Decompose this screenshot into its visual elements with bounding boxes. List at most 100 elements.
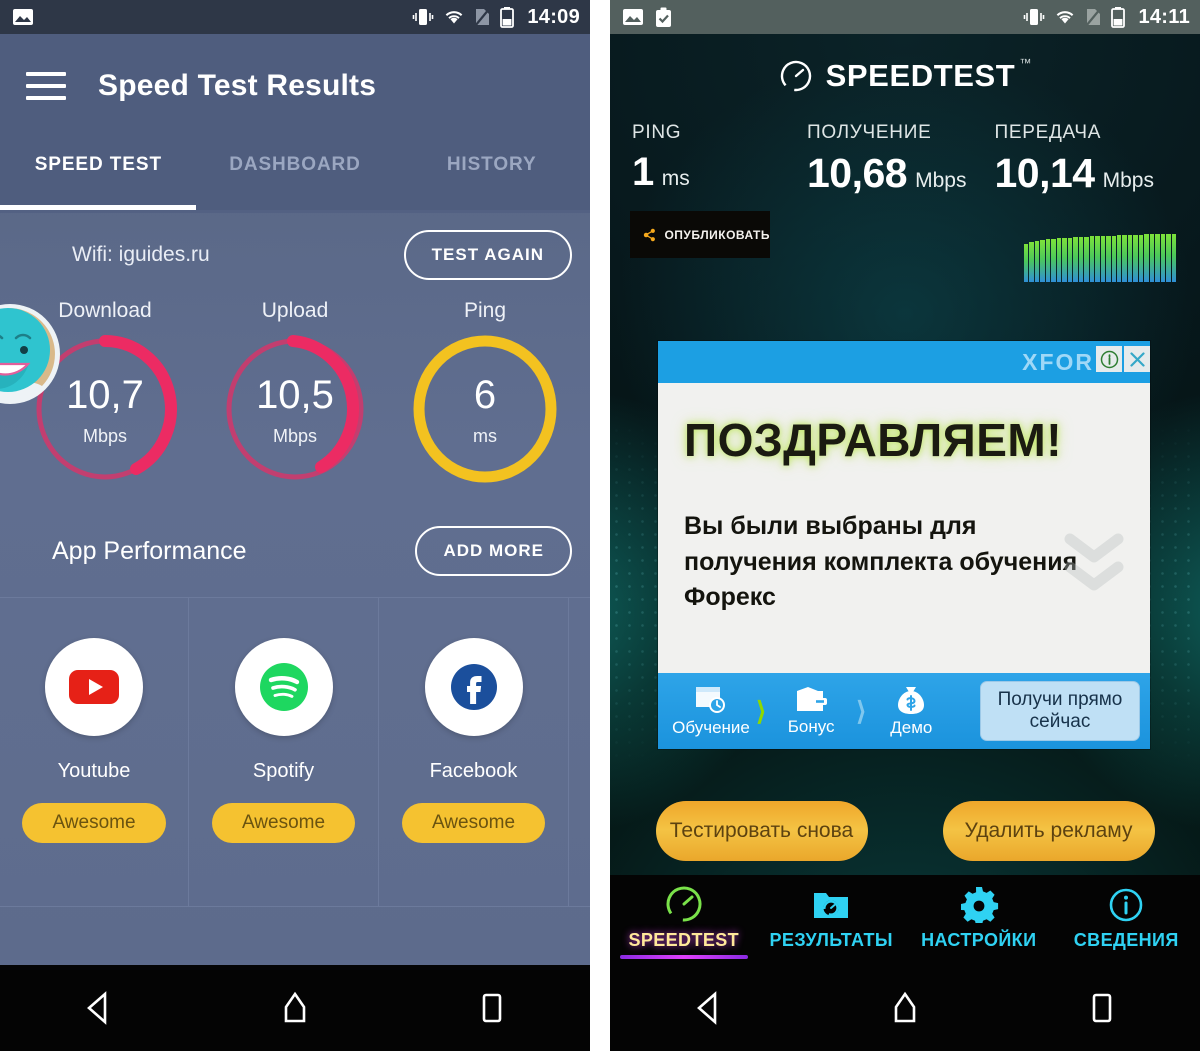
network-row: Wifi: iguides.ru TEST AGAIN — [0, 213, 590, 297]
network-label: Wifi: iguides.ru — [72, 243, 210, 266]
ad-cta-button[interactable]: Получи прямо сейчас — [980, 680, 1140, 742]
tab-speedtest[interactable]: SPEEDTEST — [610, 885, 758, 959]
youtube-icon — [69, 670, 119, 704]
left-phone-screenshot: 14:09 Speed Test Results SPEED TEST DASH… — [0, 0, 590, 1051]
gauge-unit: ms — [473, 426, 497, 446]
facebook-icon — [450, 664, 497, 710]
ad-close-button[interactable] — [1124, 346, 1150, 372]
ad-brand-label: XFOR — [1022, 349, 1094, 375]
sparkline-bar — [1029, 242, 1034, 282]
rating-badge[interactable]: Awesome — [211, 803, 356, 843]
recents-icon[interactable] — [1003, 991, 1200, 1025]
ad-content: ПОЗДРАВЛЯЕМ! Вы были выбраны для получен… — [658, 383, 1150, 673]
metric-unit: Mbps — [915, 169, 967, 192]
no-sim-icon — [1086, 7, 1102, 27]
tab-results[interactable]: РЕЗУЛЬТАТЫ — [758, 885, 906, 951]
tab-settings[interactable]: НАСТРОЙКИ — [905, 885, 1053, 951]
left-android-navbar — [0, 965, 590, 1051]
ad-header: XFOR — [658, 341, 1150, 383]
gauge-label: Download — [58, 299, 152, 322]
tab-history[interactable]: HISTORY — [393, 138, 590, 210]
sparkline-bar — [1155, 234, 1160, 282]
rating-badge[interactable]: Awesome — [22, 803, 166, 843]
screenshot-stage: 14:09 Speed Test Results SPEED TEST DASH… — [0, 0, 1200, 1051]
sparkline-bar — [1111, 236, 1116, 282]
performance-header: App Performance ADD MORE — [0, 505, 590, 597]
share-button[interactable]: ОПУБЛИКОВАТЬ — [630, 211, 770, 258]
wifi-icon — [446, 11, 463, 24]
gauge-download: Download 10,7 Mbps — [10, 299, 200, 483]
battery-icon — [500, 6, 515, 28]
gauge-value: 10,7 — [66, 373, 144, 417]
share-label: ОПУБЛИКОВАТЬ — [664, 227, 770, 242]
tab-speed-test[interactable]: SPEED TEST — [0, 138, 197, 210]
app-logo — [45, 638, 143, 736]
list-item-partial[interactable] — [569, 597, 590, 907]
tab-label: SPEEDTEST — [628, 930, 740, 950]
sparkline-bar — [1067, 238, 1073, 282]
sparkline-bar — [1024, 244, 1029, 282]
list-item[interactable]: Facebook Awesome — [379, 597, 569, 907]
sparkline-bar — [1089, 236, 1095, 282]
ad-info-button[interactable] — [1096, 346, 1122, 372]
wifi-icon — [1057, 11, 1074, 24]
section-title: App Performance — [52, 536, 247, 565]
folder-gauge-icon — [814, 893, 849, 918]
tab-active-indicator — [620, 955, 748, 959]
right-phone-screenshot: 14:11 SPEEDTEST ™ PING 1 ms ПОЛУЧЕНИЕ 10… — [610, 0, 1200, 1051]
photo-icon — [13, 9, 33, 25]
home-icon[interactable] — [807, 991, 1004, 1025]
spotify-icon — [259, 663, 308, 711]
metric-unit: ms — [661, 167, 690, 190]
action-button-row: Тестировать снова Удалить рекламу — [610, 801, 1200, 861]
remove-ads-button[interactable]: Удалить рекламу — [942, 801, 1155, 861]
sparkline-bar — [1122, 235, 1127, 282]
sparkline-bar — [1138, 235, 1144, 282]
info-icon — [1100, 350, 1118, 368]
sparkline-bar — [1095, 236, 1100, 282]
list-item[interactable]: Spotify Awesome — [189, 597, 379, 907]
sparkline-bar — [1045, 239, 1051, 282]
sparkline-bar — [1166, 234, 1171, 282]
right-status-bar: 14:11 — [610, 0, 1200, 34]
money-bag-icon — [898, 687, 925, 714]
ad-headline: ПОЗДРАВЛЯЕМ! — [684, 414, 1063, 466]
metric-label: PING — [632, 122, 682, 143]
chevron-right-icon: ⟩ — [856, 696, 867, 726]
gauge-row: Download 10,7 Mbps Upload 10,5 Mbps Ping… — [0, 299, 590, 483]
metric-value: 10,14 — [994, 150, 1096, 196]
chevron-right-icon: ⟩ — [756, 696, 767, 726]
sparkline-bar — [1051, 239, 1056, 282]
left-app-body: Speed Test Results SPEED TEST DASHBOARD … — [0, 34, 590, 965]
clipboard-check-icon — [656, 7, 671, 27]
back-icon[interactable] — [0, 991, 197, 1025]
test-again-button[interactable]: TEST AGAIN — [403, 230, 572, 280]
tab-dashboard[interactable]: DASHBOARD — [197, 138, 394, 210]
photo-icon — [623, 9, 643, 25]
gauge-label: Upload — [261, 299, 329, 322]
speed-sparkline-chart — [1024, 234, 1177, 282]
back-icon[interactable] — [610, 991, 807, 1025]
add-more-button[interactable]: ADD MORE — [415, 526, 572, 576]
list-item[interactable]: Youtube Awesome — [0, 597, 189, 907]
trademark-symbol: ™ — [1019, 56, 1032, 70]
app-name: Youtube — [57, 760, 131, 782]
ad-banner[interactable]: XFOR ПОЗДРАВЛЯЕМ! Вы были выбраны для по… — [658, 341, 1150, 749]
recents-icon[interactable] — [393, 991, 590, 1025]
hamburger-icon[interactable] — [26, 72, 66, 100]
sparkline-bar — [1149, 234, 1155, 282]
sparkline-bar — [1116, 235, 1122, 282]
rating-badge[interactable]: Awesome — [401, 803, 546, 843]
tab-bar: SPEED TEST DASHBOARD HISTORY — [0, 138, 590, 213]
tab-about[interactable]: СВЕДЕНИЯ — [1053, 885, 1200, 951]
home-icon[interactable] — [197, 991, 394, 1025]
gauge-upload: Upload 10,5 Mbps — [200, 299, 390, 483]
test-again-button[interactable]: Тестировать снова — [655, 801, 868, 861]
sparkline-bar — [1133, 235, 1138, 282]
ad-step-training: Обучение — [672, 684, 750, 738]
no-sim-icon — [474, 7, 491, 27]
app-logo — [234, 638, 333, 736]
ad-footer: Обучение ⟩ Бонус ⟩ Демо Получи прямо сей… — [658, 673, 1150, 749]
tab-label: РЕЗУЛЬТАТЫ — [769, 930, 893, 950]
metric-label: ПЕРЕДАЧА — [994, 122, 1102, 143]
